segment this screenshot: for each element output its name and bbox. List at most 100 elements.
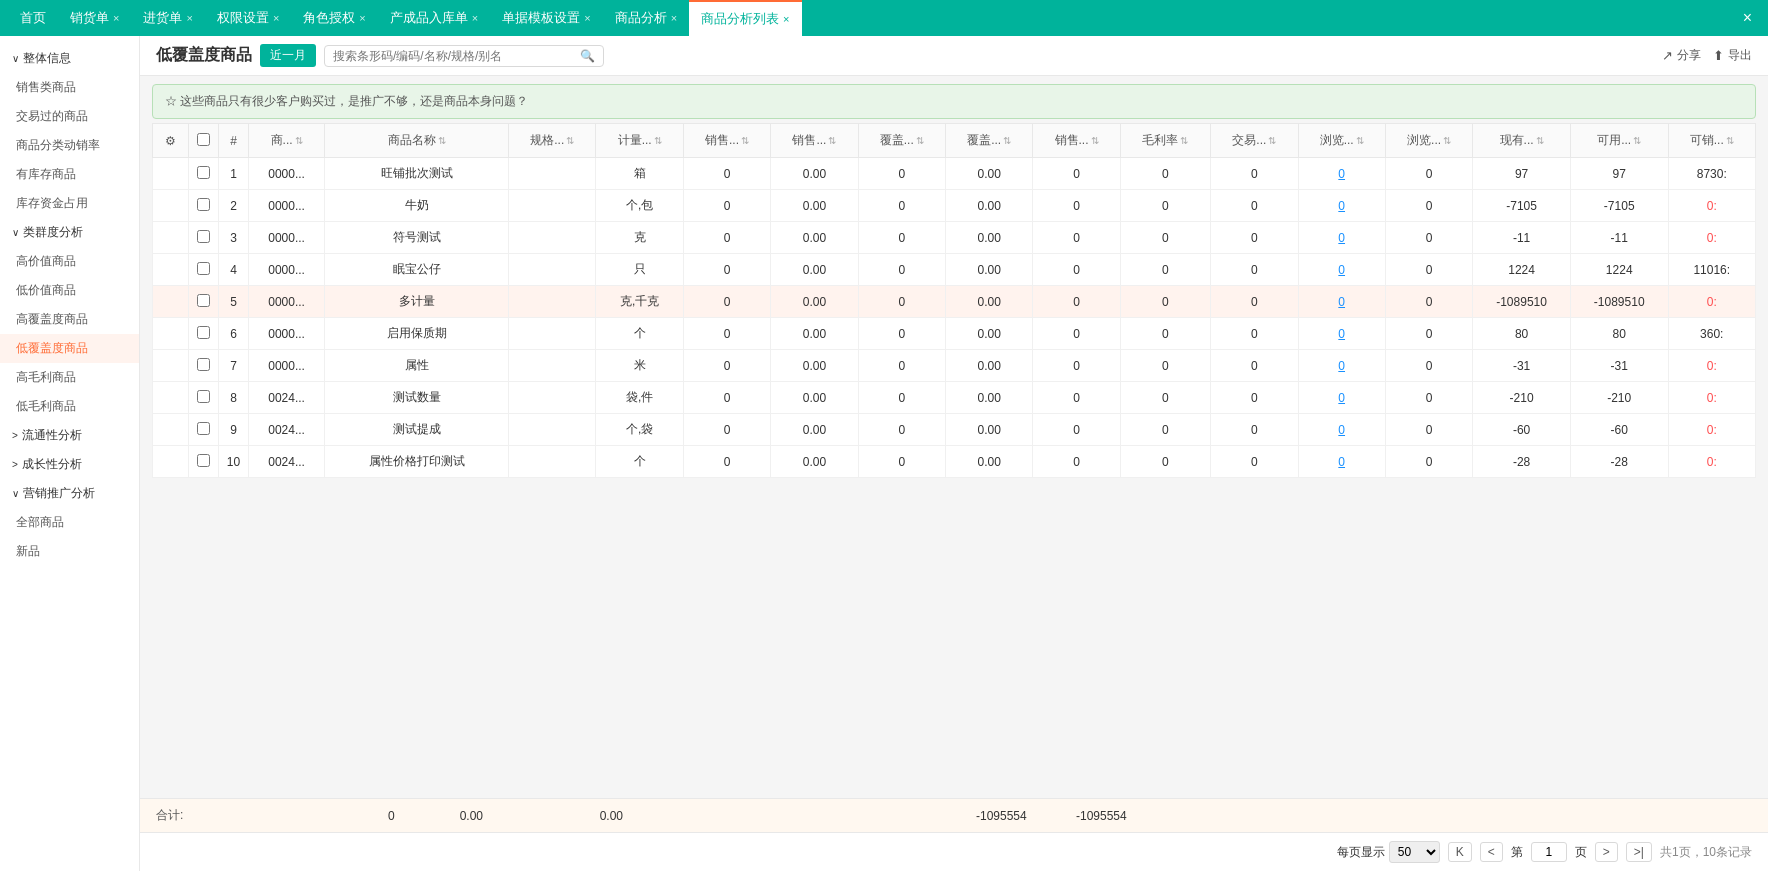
sidebar-item-stock-funds[interactable]: 库存资金占用 bbox=[0, 189, 139, 218]
row-settings[interactable] bbox=[153, 318, 189, 350]
row-select-checkbox[interactable] bbox=[197, 166, 210, 179]
select-all-checkbox[interactable] bbox=[197, 133, 210, 146]
row-select-checkbox[interactable] bbox=[197, 198, 210, 211]
sidebar-item-all-goods[interactable]: 全部商品 bbox=[0, 508, 139, 537]
table-scroll-container[interactable]: ⚙ # 商...⇅ 商品名称⇅ 规格...⇅ 计量...⇅ 销售...⇅ 销售.… bbox=[152, 123, 1756, 794]
row-browse1[interactable]: 0 bbox=[1298, 382, 1385, 414]
th-checkbox[interactable] bbox=[189, 124, 219, 158]
row-browse1[interactable]: 0 bbox=[1298, 254, 1385, 286]
row-select-checkbox[interactable] bbox=[197, 230, 210, 243]
row-settings[interactable] bbox=[153, 350, 189, 382]
row-browse1[interactable]: 0 bbox=[1298, 222, 1385, 254]
share-button[interactable]: ↗ 分享 bbox=[1662, 47, 1701, 64]
row-settings[interactable] bbox=[153, 254, 189, 286]
next-page-button[interactable]: > bbox=[1595, 842, 1618, 862]
th-spec[interactable]: 规格...⇅ bbox=[509, 124, 596, 158]
row-select-checkbox[interactable] bbox=[197, 390, 210, 403]
sidebar-section-cluster[interactable]: ∨ 类群度分析 bbox=[0, 218, 139, 247]
search-input[interactable] bbox=[333, 49, 576, 63]
row-checkbox[interactable] bbox=[189, 446, 219, 478]
row-settings[interactable] bbox=[153, 222, 189, 254]
sidebar-item-new-goods[interactable]: 新品 bbox=[0, 537, 139, 566]
close-icon[interactable]: × bbox=[359, 0, 365, 36]
close-icon[interactable]: × bbox=[186, 0, 192, 36]
nav-role-auth[interactable]: 角色授权 × bbox=[291, 0, 377, 36]
row-settings[interactable] bbox=[153, 158, 189, 190]
period-button[interactable]: 近一月 bbox=[260, 44, 316, 67]
sidebar-section-marketing[interactable]: ∨ 营销推广分析 bbox=[0, 479, 139, 508]
row-checkbox[interactable] bbox=[189, 158, 219, 190]
th-browse2[interactable]: 浏览...⇅ bbox=[1385, 124, 1472, 158]
th-coverage2[interactable]: 覆盖...⇅ bbox=[945, 124, 1032, 158]
row-select-checkbox[interactable] bbox=[197, 294, 210, 307]
sidebar-section-growth[interactable]: > 成长性分析 bbox=[0, 450, 139, 479]
row-checkbox[interactable] bbox=[189, 318, 219, 350]
row-checkbox[interactable] bbox=[189, 254, 219, 286]
row-select-checkbox[interactable] bbox=[197, 262, 210, 275]
row-browse1[interactable]: 0 bbox=[1298, 350, 1385, 382]
close-icon[interactable]: × bbox=[113, 0, 119, 36]
th-code[interactable]: 商...⇅ bbox=[249, 124, 325, 158]
nav-purchase-order[interactable]: 进货单 × bbox=[131, 0, 204, 36]
row-checkbox[interactable] bbox=[189, 190, 219, 222]
search-icon[interactable]: 🔍 bbox=[580, 49, 595, 63]
th-sales-amt[interactable]: 销售...⇅ bbox=[771, 124, 858, 158]
row-checkbox[interactable] bbox=[189, 350, 219, 382]
sidebar-item-has-stock[interactable]: 有库存商品 bbox=[0, 160, 139, 189]
row-settings[interactable] bbox=[153, 446, 189, 478]
nav-product-analysis[interactable]: 商品分析 × bbox=[603, 0, 689, 36]
row-select-checkbox[interactable] bbox=[197, 454, 210, 467]
th-gross-rate[interactable]: 毛利率⇅ bbox=[1120, 124, 1210, 158]
row-settings[interactable] bbox=[153, 382, 189, 414]
row-checkbox[interactable] bbox=[189, 382, 219, 414]
nav-home[interactable]: 首页 bbox=[8, 0, 58, 36]
sidebar-item-sales-goods[interactable]: 销售类商品 bbox=[0, 73, 139, 102]
prev-page-button[interactable]: < bbox=[1480, 842, 1503, 862]
close-icon[interactable]: × bbox=[584, 0, 590, 36]
row-checkbox[interactable] bbox=[189, 286, 219, 318]
nav-permission[interactable]: 权限设置 × bbox=[205, 0, 291, 36]
row-browse1[interactable]: 0 bbox=[1298, 318, 1385, 350]
row-browse1[interactable]: 0 bbox=[1298, 190, 1385, 222]
row-checkbox[interactable] bbox=[189, 414, 219, 446]
export-button[interactable]: ⬆ 导出 bbox=[1713, 47, 1752, 64]
close-icon[interactable]: × bbox=[783, 1, 789, 37]
sidebar-item-traded-goods[interactable]: 交易过的商品 bbox=[0, 102, 139, 131]
th-current[interactable]: 现有...⇅ bbox=[1473, 124, 1571, 158]
row-select-checkbox[interactable] bbox=[197, 358, 210, 371]
sidebar-item-high-margin[interactable]: 高毛利商品 bbox=[0, 363, 139, 392]
close-icon[interactable]: × bbox=[273, 0, 279, 36]
th-sales-qty[interactable]: 销售...⇅ bbox=[683, 124, 770, 158]
first-page-button[interactable]: K bbox=[1448, 842, 1472, 862]
row-settings[interactable] bbox=[153, 414, 189, 446]
th-browse1[interactable]: 浏览...⇅ bbox=[1298, 124, 1385, 158]
nav-template[interactable]: 单据模板设置 × bbox=[490, 0, 602, 36]
th-sellable[interactable]: 可销...⇅ bbox=[1668, 124, 1755, 158]
row-checkbox[interactable] bbox=[189, 222, 219, 254]
row-select-checkbox[interactable] bbox=[197, 326, 210, 339]
last-page-button[interactable]: >| bbox=[1626, 842, 1652, 862]
nav-sales-order[interactable]: 销货单 × bbox=[58, 0, 131, 36]
th-coverage1[interactable]: 覆盖...⇅ bbox=[858, 124, 945, 158]
row-browse1[interactable]: 0 bbox=[1298, 446, 1385, 478]
th-available[interactable]: 可用...⇅ bbox=[1570, 124, 1668, 158]
row-settings[interactable] bbox=[153, 190, 189, 222]
page-number-input[interactable] bbox=[1531, 842, 1567, 862]
sidebar-item-low-coverage[interactable]: 低覆盖度商品 bbox=[0, 334, 139, 363]
sidebar-item-high-coverage[interactable]: 高覆盖度商品 bbox=[0, 305, 139, 334]
sidebar-item-high-value[interactable]: 高价值商品 bbox=[0, 247, 139, 276]
sidebar-section-overall[interactable]: ∨ 整体信息 bbox=[0, 44, 139, 73]
th-trade[interactable]: 交易...⇅ bbox=[1211, 124, 1298, 158]
nav-product-in[interactable]: 产成品入库单 × bbox=[378, 0, 490, 36]
th-name[interactable]: 商品名称⇅ bbox=[325, 124, 509, 158]
th-settings[interactable]: ⚙ bbox=[153, 124, 189, 158]
close-icon[interactable]: × bbox=[671, 0, 677, 36]
close-all-button[interactable]: × bbox=[1735, 9, 1760, 27]
row-browse1[interactable]: 0 bbox=[1298, 414, 1385, 446]
sidebar-item-low-margin[interactable]: 低毛利商品 bbox=[0, 392, 139, 421]
row-browse1[interactable]: 0 bbox=[1298, 286, 1385, 318]
sidebar-item-category-rate[interactable]: 商品分类动销率 bbox=[0, 131, 139, 160]
close-icon[interactable]: × bbox=[472, 0, 478, 36]
sidebar-section-flow[interactable]: > 流通性分析 bbox=[0, 421, 139, 450]
nav-product-analysis-list[interactable]: 商品分析列表 × bbox=[689, 0, 801, 36]
